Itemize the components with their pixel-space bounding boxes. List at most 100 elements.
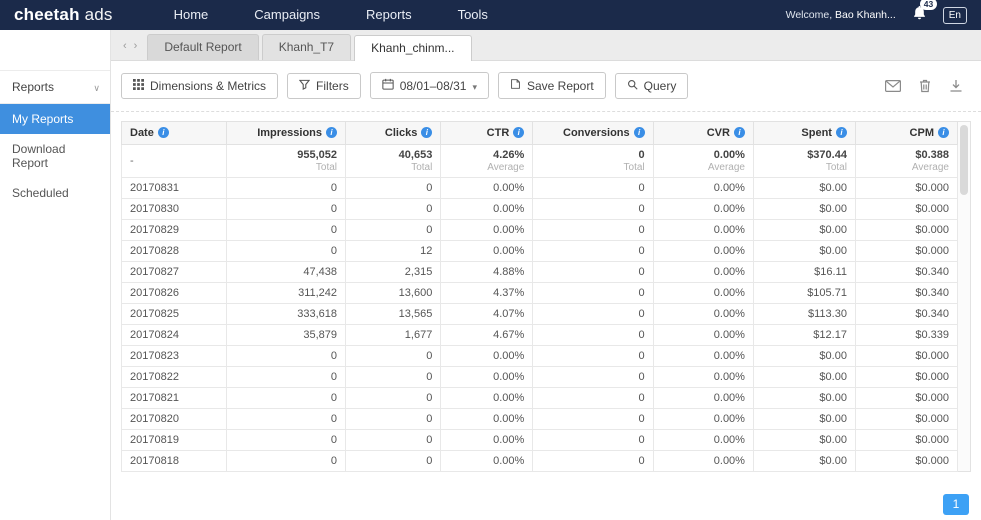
summary-sublabel: Total [315, 162, 338, 173]
cell-date: 20170826 [120, 282, 228, 304]
table-row: 20170827 47,438 2,315 4.88% 0 0.00% $16.… [120, 261, 959, 283]
info-icon[interactable] [938, 127, 949, 138]
cell-impressions: 0 [226, 450, 347, 472]
cell-ctr: 0.00% [440, 198, 534, 220]
trash-icon[interactable] [919, 79, 931, 93]
info-icon[interactable] [157, 127, 169, 138]
tab-default-report[interactable]: Default Report [147, 34, 259, 60]
cell-impressions: 0 [226, 240, 347, 262]
nav-menu: Home Campaigns Reports Tools [151, 0, 511, 30]
chevron-down-icon [472, 79, 477, 93]
col-header-clicks[interactable]: Clicks [345, 121, 442, 145]
cell-conversions: 0 [532, 345, 654, 367]
cell-impressions: 0 [226, 387, 347, 409]
info-icon[interactable] [835, 127, 847, 138]
filters-button[interactable]: Filters [287, 72, 361, 99]
nav-item-tools[interactable]: Tools [435, 0, 511, 30]
summary-sublabel: Average [911, 162, 949, 173]
summary-value: 40,653 [398, 149, 433, 161]
cell-ctr: 4.88% [440, 261, 534, 283]
cell-clicks: 0 [345, 408, 442, 430]
scrollbar-thumb[interactable] [960, 125, 968, 195]
info-icon[interactable] [513, 127, 525, 138]
col-header-impressions[interactable]: Impressions [226, 121, 347, 145]
cell-ctr: 4.67% [440, 324, 534, 346]
summary-conversions-cell: 0 Total [532, 144, 654, 178]
save-report-button[interactable]: Save Report [497, 72, 606, 99]
notifications-button[interactable]: 43 [912, 0, 938, 25]
pagination: 1 [943, 494, 969, 515]
nav-item-reports[interactable]: Reports [343, 0, 435, 30]
cell-cvr: 0.00% [652, 177, 754, 199]
tab-scroll-left-icon[interactable]: ‹ [121, 40, 129, 52]
brand-bold: cheetah [14, 5, 80, 24]
cell-date: 20170830 [120, 198, 228, 220]
sidebar-item-scheduled[interactable]: Scheduled [0, 178, 110, 208]
col-header-spent[interactable]: Spent [752, 121, 856, 145]
cell-date: 20170828 [120, 240, 228, 262]
cell-date: 20170824 [120, 324, 228, 346]
cell-date: 20170831 [120, 177, 228, 199]
download-icon[interactable] [949, 79, 963, 93]
cell-cpm: $0.000 [854, 177, 959, 199]
cell-cvr: 0.00% [652, 324, 754, 346]
summary-sublabel: Average [487, 162, 525, 173]
cell-cpm: $0.000 [854, 345, 959, 367]
cell-conversions: 0 [532, 240, 654, 262]
nav-item-campaigns[interactable]: Campaigns [231, 0, 343, 30]
welcome-text[interactable]: Welcome, Bao Khanh... [786, 9, 896, 21]
col-header-cvr[interactable]: CVR [652, 121, 754, 145]
cell-spent: $0.00 [752, 450, 856, 472]
cell-spent: $16.11 [752, 261, 856, 283]
sidebar-group-reports[interactable]: Reports [0, 70, 110, 104]
col-header-conversions[interactable]: Conversions [532, 121, 654, 145]
table-row: 20170823 0 0 0.00% 0 0.00% $0.00 $0.000 [120, 345, 959, 367]
info-icon[interactable] [633, 127, 645, 138]
info-icon[interactable] [326, 127, 338, 138]
report-toolbar: Dimensions & Metrics Filters 08/01–08/31 [111, 61, 981, 112]
cell-ctr: 0.00% [440, 177, 534, 199]
main-content: ‹ › Default Report Khanh_T7 Khanh_chinm.… [111, 30, 981, 520]
cell-ctr: 0.00% [440, 240, 534, 262]
sidebar: Reports My Reports Download Report Sched… [0, 30, 111, 520]
language-selector[interactable]: En [942, 6, 967, 24]
user-name: Bao Khanh... [835, 9, 896, 21]
cell-cpm: $0.000 [854, 198, 959, 220]
table-row: 20170822 0 0 0.00% 0 0.00% $0.00 $0.000 [120, 366, 959, 388]
table-row: 20170820 0 0 0.00% 0 0.00% $0.00 $0.000 [120, 408, 959, 430]
table-scrollbar[interactable] [958, 121, 971, 472]
search-icon [627, 79, 638, 93]
cell-cvr: 0.00% [652, 408, 754, 430]
calendar-icon [382, 78, 394, 93]
info-icon[interactable] [733, 127, 745, 138]
dimensions-metrics-button[interactable]: Dimensions & Metrics [121, 72, 279, 99]
cell-clicks: 0 [345, 429, 442, 451]
email-icon[interactable] [885, 79, 901, 92]
tab-scroll-right-icon[interactable]: › [132, 40, 140, 52]
col-header-date[interactable]: Date [120, 121, 228, 145]
daterange-button[interactable]: 08/01–08/31 [369, 72, 489, 99]
info-icon[interactable] [421, 127, 433, 138]
cell-ctr: 4.07% [440, 303, 534, 325]
cell-ctr: 0.00% [440, 408, 534, 430]
cell-cpm: $0.340 [854, 303, 959, 325]
tab-khanh-chinm[interactable]: Khanh_chinm... [354, 35, 472, 61]
cell-cpm: $0.000 [854, 240, 959, 262]
nav-item-home[interactable]: Home [151, 0, 232, 30]
cell-conversions: 0 [532, 198, 654, 220]
table-body: - 955,052 Total 40,653 Total 4.26% Average … [120, 144, 959, 472]
page-1-button[interactable]: 1 [943, 494, 969, 515]
summary-spent-cell: $370.44 Total [752, 144, 856, 178]
col-header-cpm[interactable]: CPM [854, 121, 959, 145]
cell-conversions: 0 [532, 429, 654, 451]
query-button[interactable]: Query [614, 72, 689, 99]
sidebar-item-download-report[interactable]: Download Report [0, 134, 110, 178]
col-header-ctr[interactable]: CTR [440, 121, 534, 145]
cell-cvr: 0.00% [652, 450, 754, 472]
table-row: 20170828 0 12 0.00% 0 0.00% $0.00 $0.000 [120, 240, 959, 262]
filter-icon [298, 79, 311, 93]
sidebar-item-my-reports[interactable]: My Reports [0, 104, 110, 134]
brand-logo[interactable]: cheetah ads [0, 5, 129, 25]
cell-conversions: 0 [532, 450, 654, 472]
tab-khanh-t7[interactable]: Khanh_T7 [261, 34, 352, 60]
